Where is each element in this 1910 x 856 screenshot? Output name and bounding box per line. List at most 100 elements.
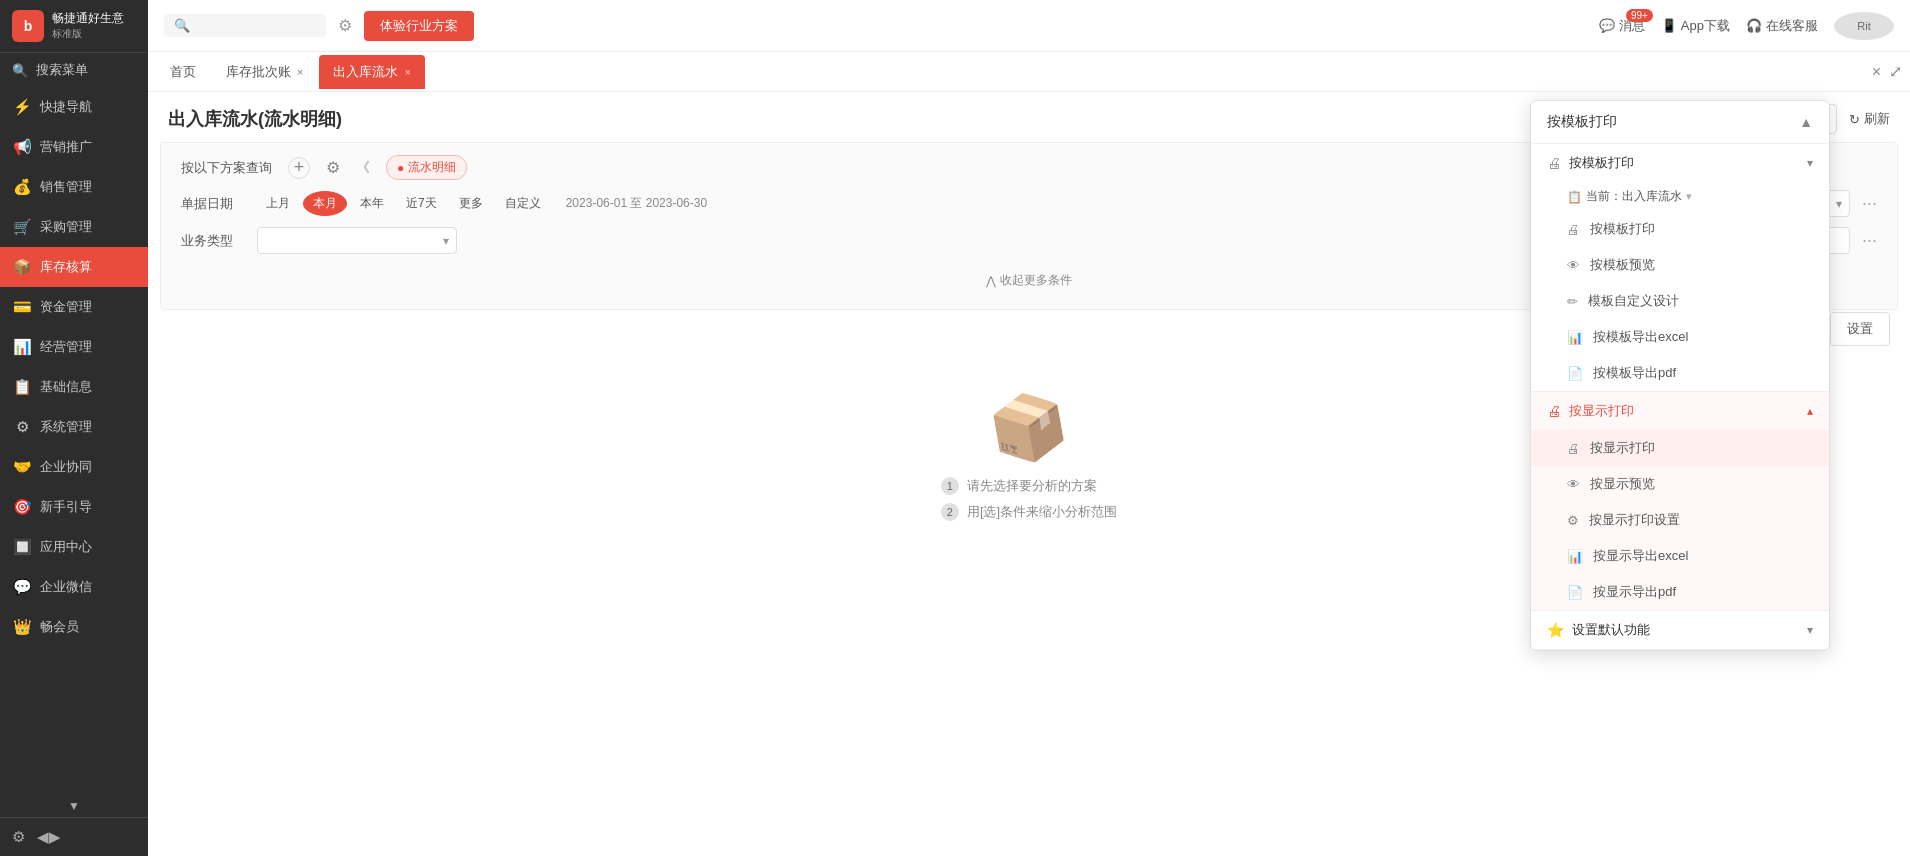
user-name: Rit — [1857, 20, 1870, 32]
display-preview-label: 按显示预览 — [1590, 475, 1655, 493]
sidebar-item-wechat[interactable]: 💬 企业微信 — [0, 567, 148, 607]
dropdown-section-display-left: 🖨 按显示打印 — [1547, 402, 1634, 420]
dropdown-item-template-export-excel[interactable]: 📊 按模板导出excel — [1531, 319, 1829, 355]
template-print-item-icon: 🖨 — [1567, 222, 1580, 237]
tab-batch-close[interactable]: × — [297, 66, 303, 78]
topbar-search-box[interactable]: 🔍 — [164, 14, 326, 37]
topbar-search-input[interactable] — [196, 18, 316, 33]
sidebar-item-inventory[interactable]: 📦 库存核算 — [0, 247, 148, 287]
tabs-close-icon[interactable]: × — [1872, 63, 1881, 81]
topbar-message[interactable]: 💬 消息 99+ — [1599, 17, 1645, 35]
sidebar-item-label: 库存核算 — [40, 258, 92, 276]
biz-type-select[interactable] — [257, 227, 457, 254]
dropdown-section-template-print: 🖨 按模板打印 ▾ 📋 当前：出入库流水 ▾ 🖨 按模板打印 👁 按模板预览 ✏… — [1531, 144, 1829, 392]
dropdown-item-template-preview[interactable]: 👁 按模板预览 — [1531, 247, 1829, 283]
filter-collapse-icon[interactable]: 《 — [356, 159, 370, 177]
dropdown-section-setdefault-header[interactable]: ⭐ 设置默认功能 ▾ — [1531, 611, 1829, 649]
step-1-number: 1 — [941, 477, 959, 495]
date-btn-lastmonth[interactable]: 上月 — [257, 191, 299, 216]
sidebar-item-label: 快捷导航 — [40, 98, 92, 116]
sidebar-item-sales[interactable]: 💰 销售管理 — [0, 167, 148, 207]
tab-home[interactable]: 首页 — [156, 55, 210, 89]
sidebar: b 畅捷通好生意 标准版 🔍 搜索菜单 ⚡ 快捷导航 📢 营销推广 💰 销售管理… — [0, 0, 148, 856]
industry-btn[interactable]: 体验行业方案 — [364, 11, 474, 41]
sidebar-item-shortcut[interactable]: ⚡ 快捷导航 — [0, 87, 148, 127]
dropdown-section-set-default: ⭐ 设置默认功能 ▾ — [1531, 611, 1829, 650]
settings-button[interactable]: 设置 — [1830, 312, 1890, 346]
sidebar-item-marketing[interactable]: 📢 营销推广 — [0, 127, 148, 167]
dropdown-item-template-export-pdf[interactable]: 📄 按模板导出pdf — [1531, 355, 1829, 391]
tab-batch[interactable]: 库存批次账 × — [212, 55, 317, 89]
filter-add-button[interactable]: + — [288, 157, 310, 179]
dropdown-item-display-export-pdf[interactable]: 📄 按显示导出pdf — [1531, 574, 1829, 610]
step-2-label: 用[选]条件来缩小分析范围 — [967, 503, 1117, 521]
sidebar-item-label: 企业协同 — [40, 458, 92, 476]
dropdown-chevron-up-icon[interactable]: ▲ — [1799, 114, 1813, 130]
dropdown-section-template-header[interactable]: 🖨 按模板打印 ▾ — [1531, 144, 1829, 182]
topbar-gear-icon[interactable]: ⚙ — [338, 16, 352, 35]
display-print-item-icon: 🖨 — [1567, 441, 1580, 456]
sidebar-item-finance[interactable]: 💳 资金管理 — [0, 287, 148, 327]
newbie-icon: 🎯 — [12, 498, 32, 516]
topbar-app-download[interactable]: 📱 App下载 — [1661, 17, 1730, 35]
sidebar-item-appcenter[interactable]: 🔲 应用中心 — [0, 527, 148, 567]
refresh-button[interactable]: ↻ 刷新 — [1849, 110, 1890, 128]
date-btn-thisyear[interactable]: 本年 — [351, 191, 393, 216]
user-avatar[interactable]: Rit — [1834, 12, 1894, 40]
tab-flow[interactable]: 出入库流水 × — [319, 55, 424, 89]
sidebar-item-basic[interactable]: 📋 基础信息 — [0, 367, 148, 407]
dropdown-section-left: 🖨 按模板打印 — [1547, 154, 1634, 172]
sidebar-bottom: ⚙ ◀▶ — [0, 817, 148, 856]
dropdown-panel: 按模板打印 ▲ 🖨 按模板打印 ▾ 📋 当前：出入库流水 ▾ 🖨 按模板打印 👁… — [1530, 100, 1830, 651]
current-template-label: 📋 当前：出入库流水 ▾ — [1531, 182, 1829, 211]
sidebar-item-member[interactable]: 👑 畅会员 — [0, 607, 148, 647]
sidebar-item-newbie[interactable]: 🎯 新手引导 — [0, 487, 148, 527]
dropdown-item-display-print[interactable]: 🖨 按显示打印 — [1531, 430, 1829, 466]
sidebar-item-purchase[interactable]: 🛒 采购管理 — [0, 207, 148, 247]
tab-flow-close[interactable]: × — [404, 66, 410, 78]
filter-tag: ● 流水明细 — [386, 155, 467, 180]
sidebar-item-operations[interactable]: 📊 经营管理 — [0, 327, 148, 367]
dropdown-item-template-customize[interactable]: ✏ 模板自定义设计 — [1531, 283, 1829, 319]
page-title: 出入库流水(流水明细) — [168, 107, 342, 131]
purchase-icon: 🛒 — [12, 218, 32, 236]
collapse-icon[interactable]: ◀▶ — [37, 828, 61, 846]
sidebar-scroll-down[interactable]: ▼ — [0, 795, 148, 817]
date-btn-custom[interactable]: 自定义 — [496, 191, 550, 216]
date-btn-more[interactable]: 更多 — [450, 191, 492, 216]
query-label: 按以下方案查询 — [181, 159, 272, 177]
basic-icon: 📋 — [12, 378, 32, 396]
current-chevron-icon: ▾ — [1686, 190, 1692, 203]
tabs-expand-icon[interactable]: ⤢ — [1889, 62, 1902, 81]
dropdown-item-display-preview[interactable]: 👁 按显示预览 — [1531, 466, 1829, 502]
date-btn-7days[interactable]: 近7天 — [397, 191, 446, 216]
filter-settings-icon[interactable]: ⚙ — [326, 158, 340, 177]
sidebar-item-system[interactable]: ⚙ 系统管理 — [0, 407, 148, 447]
warehouse-dots[interactable]: ··· — [1862, 230, 1877, 251]
dots-btn[interactable]: ··· — [1862, 193, 1877, 214]
topbar-online-service[interactable]: 🎧 在线客服 — [1746, 17, 1818, 35]
dropdown-item-display-print-settings[interactable]: ⚙ 按显示打印设置 — [1531, 502, 1829, 538]
display-print-chevron-icon: ▴ — [1807, 404, 1813, 418]
set-default-section-icon: ⭐ — [1547, 622, 1564, 638]
settings-icon[interactable]: ⚙ — [12, 828, 25, 846]
biz-type-label: 业务类型 — [181, 232, 241, 250]
display-export-pdf-label: 按显示导出pdf — [1593, 583, 1676, 601]
template-preview-icon: 👁 — [1567, 258, 1580, 273]
date-btn-thismonth[interactable]: 本月 — [303, 191, 347, 216]
dropdown-item-display-export-excel[interactable]: 📊 按显示导出excel — [1531, 538, 1829, 574]
filter-tag-label: 流水明细 — [408, 159, 456, 176]
marketing-icon: 📢 — [12, 138, 32, 156]
sidebar-search[interactable]: 🔍 搜索菜单 — [0, 53, 148, 87]
dropdown-section-display-header[interactable]: 🖨 按显示打印 ▴ — [1531, 392, 1829, 430]
sidebar-item-label: 销售管理 — [40, 178, 92, 196]
topbar-search-icon: 🔍 — [174, 18, 190, 33]
tab-batch-label: 库存批次账 — [226, 63, 291, 81]
dropdown-header-label: 按模板打印 — [1547, 113, 1617, 131]
topbar: 🔍 ⚙ 体验行业方案 💬 消息 99+ 📱 App下载 🎧 在线客服 Rit — [148, 0, 1910, 52]
display-export-pdf-icon: 📄 — [1567, 585, 1583, 600]
sidebar-item-enterprise[interactable]: 🤝 企业协同 — [0, 447, 148, 487]
dropdown-item-template-print[interactable]: 🖨 按模板打印 — [1531, 211, 1829, 247]
template-export-pdf-icon: 📄 — [1567, 366, 1583, 381]
operations-icon: 📊 — [12, 338, 32, 356]
